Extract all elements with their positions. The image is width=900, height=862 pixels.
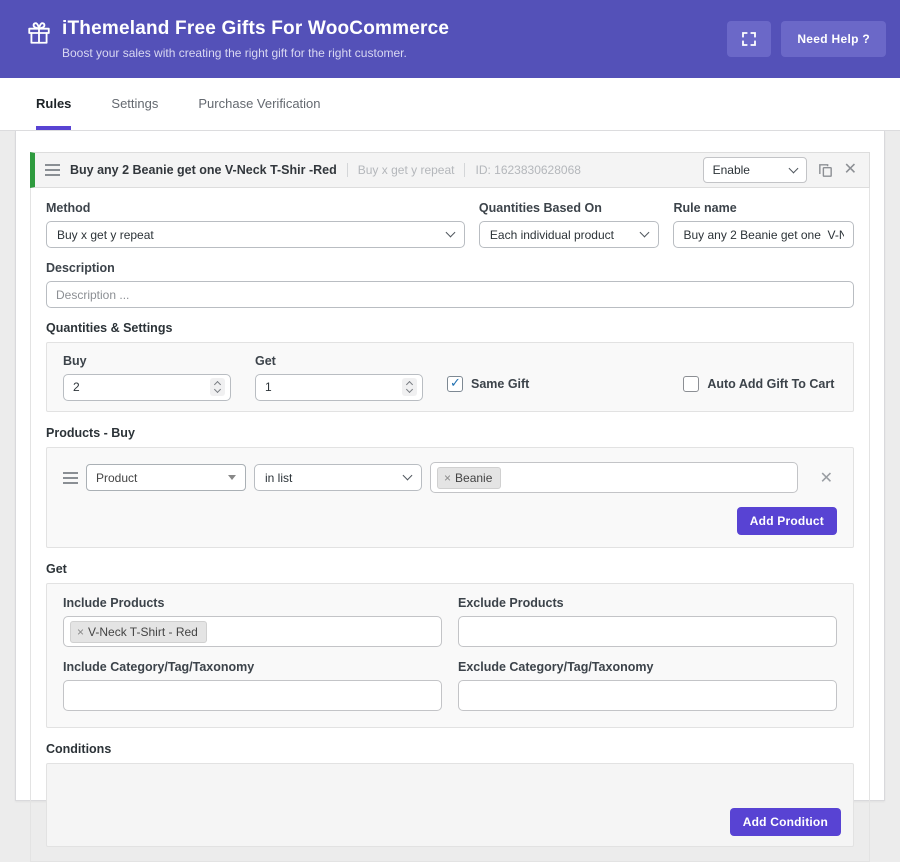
rule-title: Buy any 2 Beanie get one V-Neck T-Shir -… (70, 163, 337, 177)
exclude-products-label: Exclude Products (458, 596, 837, 610)
tab-bar: Rules Settings Purchase Verification (0, 78, 900, 131)
include-products-input[interactable]: V-Neck T-Shirt - Red (63, 616, 442, 647)
method-select-value: Buy x get y repeat (57, 228, 154, 242)
gift-icon (26, 20, 52, 46)
method-label: Method (46, 201, 465, 215)
plugin-header: iThemeland Free Gifts For WooCommerce Bo… (0, 0, 900, 78)
product-tag[interactable]: V-Neck T-Shirt - Red (70, 621, 207, 643)
tab-purchase-verification[interactable]: Purchase Verification (198, 78, 320, 130)
get-section-label: Get (46, 562, 854, 576)
checkbox-icon (447, 376, 463, 392)
exclude-category-input[interactable] (458, 680, 837, 711)
products-buy-label: Products - Buy (46, 426, 854, 440)
operator-select[interactable]: in list (254, 464, 422, 491)
chevron-down-icon (640, 228, 650, 238)
tab-settings[interactable]: Settings (111, 78, 158, 130)
conditions-label: Conditions (46, 742, 854, 756)
chevron-down-icon (445, 228, 455, 238)
rule-id: ID: 1623830628068 (464, 163, 580, 177)
product-tag[interactable]: Beanie (437, 467, 501, 489)
same-gift-label: Same Gift (471, 377, 529, 391)
rule-body: Method Buy x get y repeat Quantities Bas… (30, 188, 870, 862)
description-input[interactable] (46, 281, 854, 308)
quantities-based-on-label: Quantities Based On (479, 201, 660, 215)
auto-add-gift-checkbox[interactable]: Auto Add Gift To Cart (683, 376, 834, 392)
rule-status-value: Enable (713, 163, 750, 177)
buy-qty-value: 2 (73, 380, 80, 394)
product-type-select[interactable]: Product (86, 464, 246, 491)
rules-card: Buy any 2 Beanie get one V-Neck T-Shir -… (15, 131, 885, 801)
fullscreen-button[interactable] (727, 21, 771, 57)
quantities-based-on-value: Each individual product (490, 228, 614, 242)
include-products-label: Include Products (63, 596, 442, 610)
exclude-category-label: Exclude Category/Tag/Taxonomy (458, 660, 837, 674)
product-type-value: Product (96, 471, 137, 485)
rule-status-select[interactable]: Enable (703, 157, 807, 183)
method-select[interactable]: Buy x get y repeat (46, 221, 465, 248)
get-qty-stepper[interactable]: 1 (255, 374, 423, 401)
page-subtitle: Boost your sales with creating the right… (62, 46, 449, 60)
add-condition-button[interactable]: Add Condition (730, 808, 841, 836)
quantities-panel: Buy 2 Get 1 Same Gift (46, 342, 854, 412)
rule-name-label: Rule name (673, 201, 854, 215)
description-label: Description (46, 261, 854, 275)
drag-handle-icon[interactable] (45, 164, 60, 176)
quantities-settings-label: Quantities & Settings (46, 321, 854, 335)
quantities-based-on-select[interactable]: Each individual product (479, 221, 660, 248)
buy-products-tag-input[interactable]: Beanie (430, 462, 798, 493)
operator-value: in list (265, 471, 292, 485)
stepper-arrows-icon[interactable] (402, 378, 417, 396)
products-buy-panel: Product in list Beanie ✕ Add Product (46, 447, 854, 548)
chevron-down-icon (788, 163, 798, 173)
rule-method-badge: Buy x get y repeat (347, 163, 455, 177)
delete-rule-button[interactable]: ✕ (844, 162, 857, 178)
need-help-button[interactable]: Need Help ? (781, 21, 886, 57)
conditions-panel: Add Condition (46, 763, 854, 847)
fullscreen-icon (740, 30, 758, 48)
auto-add-gift-label: Auto Add Gift To Cart (707, 377, 834, 391)
get-panel: Include Products V-Neck T-Shirt - Red Ex… (46, 583, 854, 728)
get-qty-label: Get (255, 354, 423, 368)
exclude-products-input[interactable] (458, 616, 837, 647)
include-category-label: Include Category/Tag/Taxonomy (63, 660, 442, 674)
same-gift-checkbox[interactable]: Same Gift (447, 376, 529, 392)
checkbox-icon (683, 376, 699, 392)
include-category-input[interactable] (63, 680, 442, 711)
page-content: Buy any 2 Beanie get one V-Neck T-Shir -… (0, 131, 900, 812)
buy-qty-label: Buy (63, 354, 231, 368)
duplicate-rule-button[interactable] (817, 162, 834, 179)
add-product-button[interactable]: Add Product (737, 507, 837, 535)
tab-rules[interactable]: Rules (36, 78, 71, 130)
triangle-down-icon (228, 475, 236, 480)
buy-qty-stepper[interactable]: 2 (63, 374, 231, 401)
chevron-down-icon (403, 471, 413, 481)
get-qty-value: 1 (265, 380, 272, 394)
rule-header: Buy any 2 Beanie get one V-Neck T-Shir -… (30, 152, 870, 188)
rule-name-input[interactable] (673, 221, 854, 248)
drag-handle-icon[interactable] (63, 472, 78, 484)
stepper-arrows-icon[interactable] (210, 378, 225, 396)
duplicate-icon (817, 162, 834, 179)
remove-row-button[interactable]: ✕ (820, 468, 833, 488)
page-title: iThemeland Free Gifts For WooCommerce (62, 18, 449, 40)
